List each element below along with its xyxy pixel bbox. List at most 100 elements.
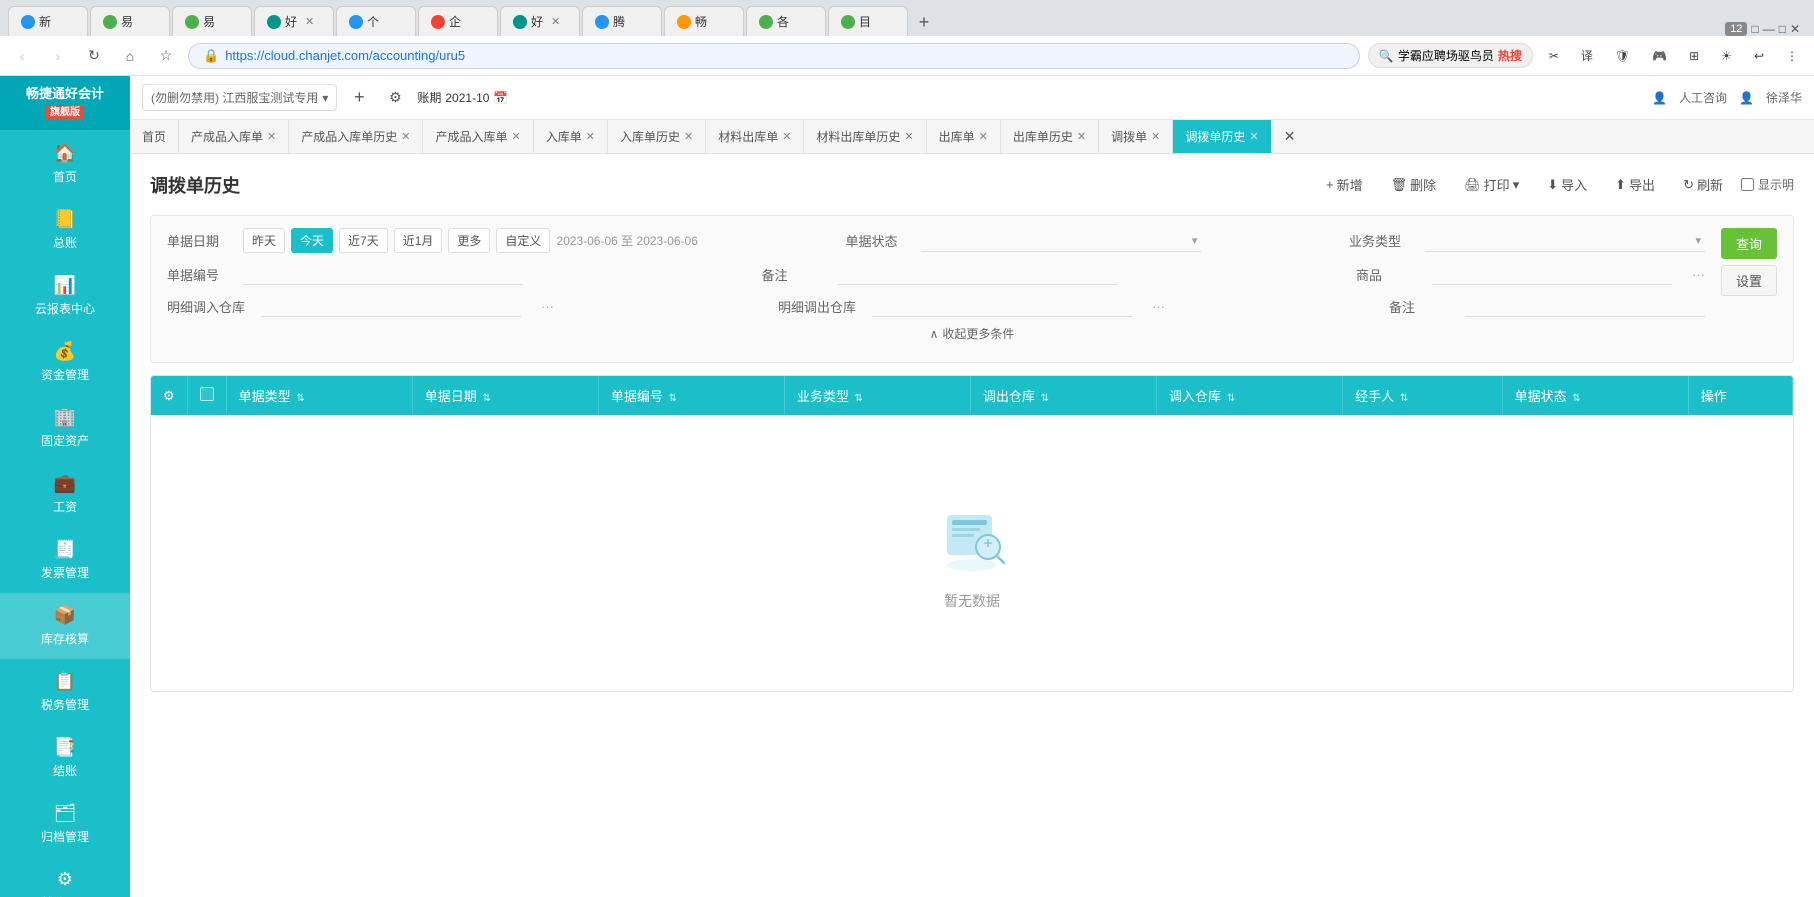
refresh-action-button[interactable]: ↻ 刷新	[1673, 170, 1733, 199]
address-bar[interactable]: 🔒 https://cloud.chanjet.com/accounting/u…	[188, 43, 1360, 69]
th-doc-date[interactable]: 单据日期 ⇅	[412, 376, 598, 415]
detail-out-input[interactable]	[872, 295, 1132, 317]
collapse-button[interactable]: ∧ 收起更多条件	[930, 325, 1015, 342]
th-doc-num[interactable]: 单据编号 ⇅	[598, 376, 784, 415]
today-btn[interactable]: 今天	[291, 228, 333, 253]
detail-in-input[interactable]	[261, 295, 521, 317]
sidebar-item-tax[interactable]: 📋 税务管理	[0, 659, 130, 725]
browser-tab-7[interactable]: 好 ✕	[500, 6, 580, 36]
detail-in-dots[interactable]: ···	[541, 299, 554, 314]
browser-tab-2[interactable]: 易	[90, 6, 170, 36]
import-button[interactable]: ⬇ 导入	[1537, 170, 1597, 199]
browser-tab-11[interactable]: 目	[828, 6, 908, 36]
page-tab-ckd[interactable]: 出库单 ✕	[927, 120, 1001, 153]
page-tab-dbd[interactable]: 调拨单 ✕	[1099, 120, 1173, 153]
settings-icon-button[interactable]: ⚙	[381, 84, 409, 112]
period-selector[interactable]: 账期 2021-10 📅	[417, 89, 508, 106]
new-button[interactable]: + 新增	[1316, 170, 1373, 199]
close-icon[interactable]: ✕	[586, 130, 595, 143]
browser-tab-6[interactable]: 企	[418, 6, 498, 36]
add-company-button[interactable]: +	[345, 84, 373, 112]
browser-tab-5[interactable]: 个	[336, 6, 416, 36]
page-tab-dbd-hist[interactable]: 调拨单历史 ✕	[1173, 120, 1271, 153]
doc-num-input[interactable]	[243, 263, 523, 285]
game-tool[interactable]: 🎮	[1644, 45, 1675, 67]
browser-tab-3[interactable]: 易	[172, 6, 252, 36]
close-icon[interactable]: ✕	[1077, 130, 1086, 143]
query-button[interactable]: 查询	[1721, 228, 1777, 259]
page-tab-cgrkd-hist[interactable]: 产成品入库单历史 ✕	[289, 120, 423, 153]
display-checkbox[interactable]	[1741, 178, 1754, 191]
sidebar-item-settle[interactable]: 📑 结账	[0, 725, 130, 791]
close-icon[interactable]: ✕	[401, 130, 410, 143]
header-checkbox[interactable]	[200, 387, 214, 401]
browser-tab-1[interactable]: 新	[8, 6, 88, 36]
th-doc-status[interactable]: 单据状态 ⇅	[1502, 376, 1688, 415]
page-tab-ckd-hist[interactable]: 出库单历史 ✕	[1001, 120, 1099, 153]
close-window-icon[interactable]: ✕	[1790, 22, 1800, 36]
note-input[interactable]	[838, 263, 1118, 285]
sidebar-item-inventory[interactable]: 📦 库存核算	[0, 593, 130, 659]
th-biz-type[interactable]: 业务类型 ⇅	[784, 376, 970, 415]
close-icon[interactable]: ✕	[1151, 130, 1160, 143]
print-button[interactable]: 🖨 打印 ▾	[1454, 170, 1529, 199]
bookmark-button[interactable]: ☆	[152, 42, 180, 70]
page-tab-rkd[interactable]: 入库单 ✕	[534, 120, 608, 153]
refresh-button[interactable]: ↻	[80, 42, 108, 70]
th-in-warehouse[interactable]: 调入仓库 ⇅	[1157, 376, 1343, 415]
browser-tab-9[interactable]: 畅	[664, 6, 744, 36]
sidebar-item-home[interactable]: 🏠 首页	[0, 131, 130, 197]
biz-type-select[interactable]	[1425, 230, 1705, 252]
shield-tool[interactable]: 🛡	[1607, 45, 1638, 67]
close-icon[interactable]: ✕	[267, 130, 276, 143]
delete-button[interactable]: 🗑 删除	[1381, 170, 1447, 199]
close-all-tabs-button[interactable]: ✕	[1276, 123, 1304, 151]
sidebar-item-ledger[interactable]: 📒 总账	[0, 197, 130, 263]
close-icon[interactable]: ✕	[904, 130, 913, 143]
th-out-warehouse[interactable]: 调出仓库 ⇅	[970, 376, 1156, 415]
page-tab-home[interactable]: 首页	[130, 120, 179, 153]
grid-tool[interactable]: ⊞	[1681, 45, 1707, 67]
close-icon[interactable]: ✕	[1249, 130, 1258, 143]
more-btn[interactable]: 更多	[448, 228, 490, 253]
page-tab-rkd-hist[interactable]: 入库单历史 ✕	[608, 120, 706, 153]
theme-tool[interactable]: ☀	[1713, 45, 1740, 67]
display-toggle[interactable]: 显示明	[1741, 176, 1794, 193]
page-tab-cgrkd2[interactable]: 产成品入库单 ✕	[423, 120, 533, 153]
browser-tab-10[interactable]: 各	[746, 6, 826, 36]
more-tool[interactable]: ⋮	[1778, 45, 1806, 67]
page-tab-clckd[interactable]: 材料出库单 ✕	[706, 120, 804, 153]
new-tab-button[interactable]: +	[910, 8, 938, 36]
close-icon[interactable]: ✕	[512, 130, 521, 143]
page-tab-cgrkd[interactable]: 产成品入库单 ✕	[179, 120, 289, 153]
filter-settings-button[interactable]: 设置	[1721, 265, 1777, 296]
forward-button[interactable]: ›	[44, 42, 72, 70]
company-selector[interactable]: (勿删勿禁用) 江西服宝测试专用 ▾	[142, 84, 337, 111]
browser-tab-4[interactable]: 好 ✕	[254, 6, 334, 36]
cut-tool[interactable]: ✂	[1541, 45, 1567, 67]
close-icon[interactable]: ✕	[979, 130, 988, 143]
consult-label[interactable]: 人工咨询	[1679, 89, 1727, 106]
export-button[interactable]: ⬆ 导出	[1605, 170, 1665, 199]
browser-search[interactable]: 🔍 学霸应聘场驱鸟员 热搜	[1368, 43, 1533, 68]
home-button[interactable]: ⌂	[116, 42, 144, 70]
note2-input[interactable]	[1465, 295, 1705, 317]
th-handler[interactable]: 经手人 ⇅	[1343, 376, 1503, 415]
week-btn[interactable]: 近7天	[339, 228, 388, 253]
sidebar-item-invoice[interactable]: 🧾 发票管理	[0, 527, 130, 593]
goods-dots[interactable]: ···	[1692, 267, 1705, 282]
close-icon[interactable]: ✕	[782, 130, 791, 143]
th-checkbox[interactable]	[187, 376, 226, 415]
sidebar-item-base[interactable]: ⚙ 基础设置	[0, 857, 130, 897]
close-icon[interactable]: ✕	[305, 15, 314, 28]
status-select[interactable]	[921, 230, 1201, 252]
close-icon[interactable]: ✕	[684, 130, 693, 143]
browser-tab-8[interactable]: 腾	[582, 6, 662, 36]
month-btn[interactable]: 近1月	[394, 228, 443, 253]
sidebar-item-archive[interactable]: 🗂 归档管理	[0, 791, 130, 857]
page-tab-clckd-hist[interactable]: 材料出库单历史 ✕	[804, 120, 926, 153]
close-icon-7[interactable]: ✕	[551, 15, 560, 28]
back-button[interactable]: ‹	[8, 42, 36, 70]
th-settings[interactable]: ⚙	[151, 376, 187, 415]
yesterday-btn[interactable]: 昨天	[243, 228, 285, 253]
